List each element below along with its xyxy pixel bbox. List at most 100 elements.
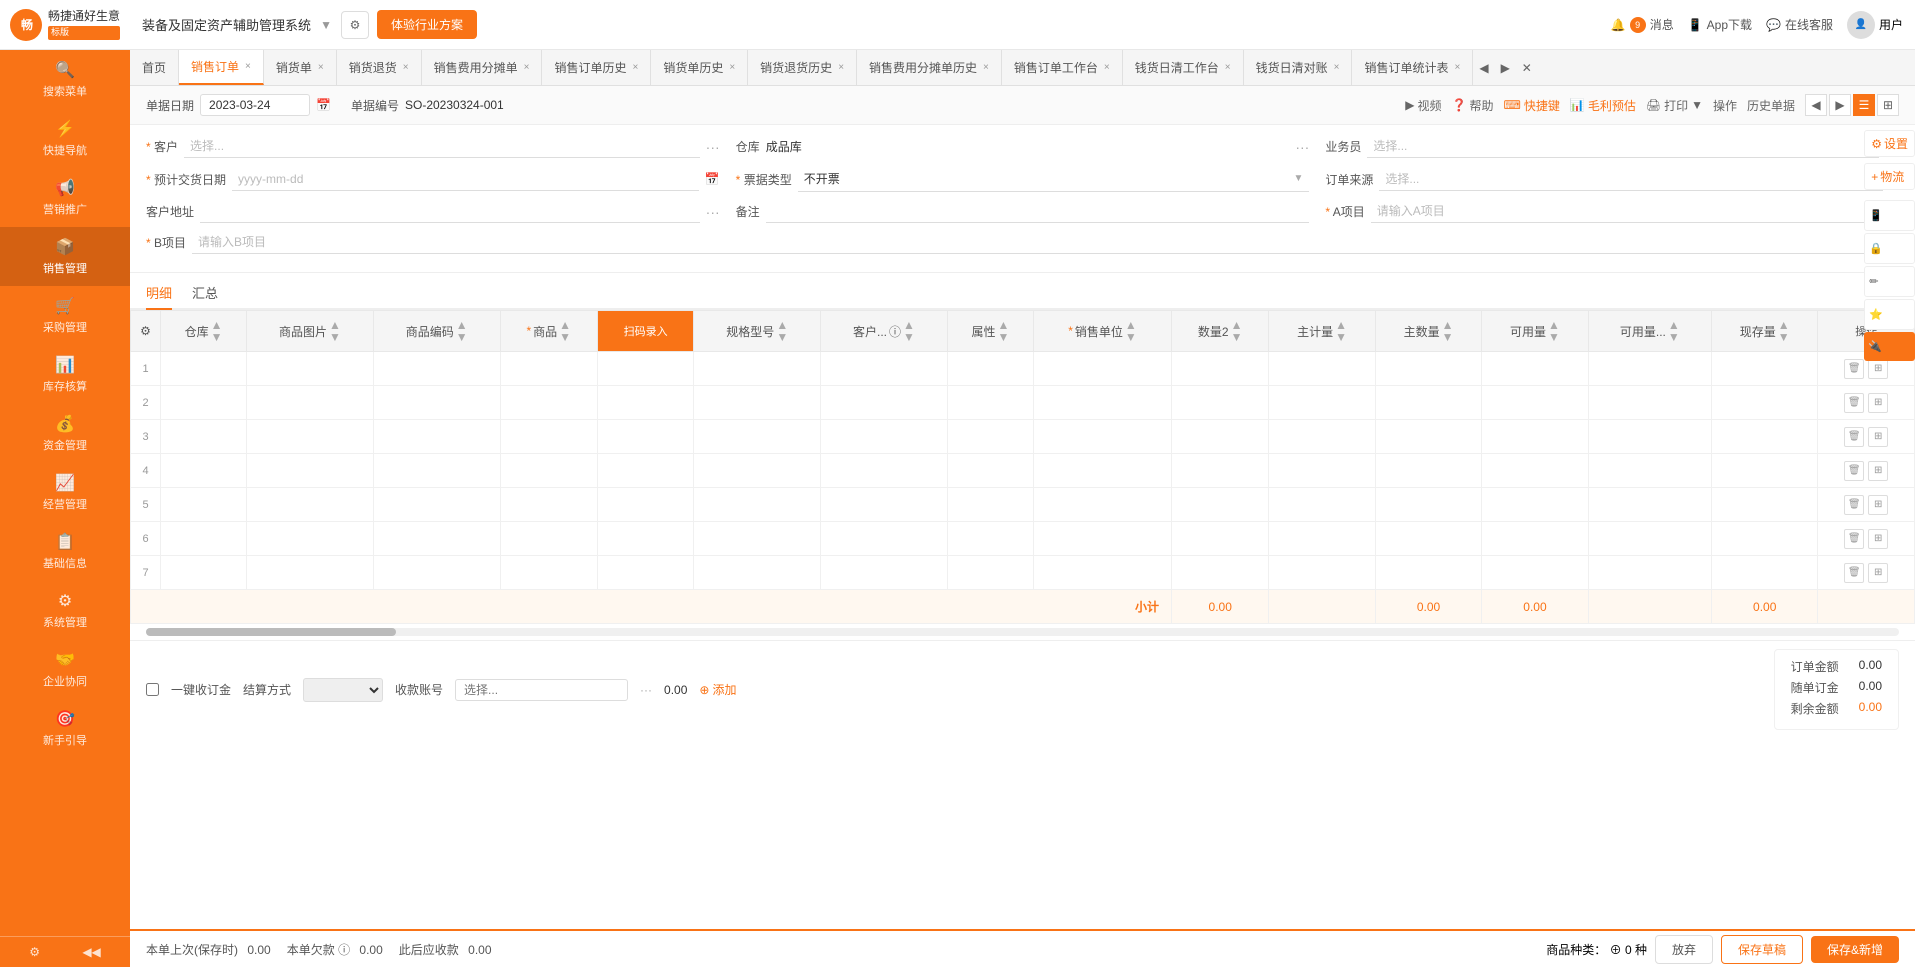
row6-attributes[interactable] — [947, 522, 1033, 556]
solution-btn[interactable]: 体验行业方案 — [377, 10, 477, 39]
sidebar-item-system[interactable]: ⚙ 系统管理 — [0, 581, 130, 640]
row7-spec[interactable] — [694, 556, 821, 590]
row3-spec[interactable] — [694, 420, 821, 454]
tab-return-history[interactable]: 销货退货历史 × — [748, 50, 857, 85]
row5-qty2[interactable] — [1172, 488, 1269, 522]
sidebar-item-enterprise[interactable]: 🤝 企业协同 — [0, 640, 130, 699]
form-tab-summary[interactable]: 汇总 — [192, 277, 218, 310]
tab-sales-return[interactable]: 销货退货 × — [337, 50, 422, 85]
row6-spec[interactable] — [694, 522, 821, 556]
row3-product[interactable] — [500, 420, 597, 454]
note-input[interactable] — [766, 200, 1310, 223]
row6-unit[interactable] — [1033, 522, 1171, 556]
tab-cost-history[interactable]: 销售费用分摊单历史 × — [857, 50, 1002, 85]
row4-main-qty[interactable] — [1375, 454, 1481, 488]
row4-product[interactable] — [500, 454, 597, 488]
tab-close-cost-history[interactable]: × — [983, 62, 989, 73]
side-panel-btn3[interactable]: ✏ — [1864, 266, 1915, 297]
salesperson-input[interactable] — [1367, 135, 1879, 158]
sidebar-item-purchase[interactable]: 🛒 采购管理 — [0, 286, 130, 345]
address-dots-btn[interactable]: ··· — [706, 204, 720, 220]
topbar-settings-btn[interactable]: ⚙ — [341, 11, 369, 39]
row1-customer-code[interactable] — [821, 352, 948, 386]
save-new-btn[interactable]: 保存&新增 — [1811, 936, 1899, 963]
sidebar-collapse-btn[interactable]: ◀◀ — [82, 945, 100, 959]
row3-main-qty[interactable] — [1375, 420, 1481, 454]
add-payment-btn[interactable]: ⊕ 添加 — [699, 681, 736, 698]
sidebar-item-guide[interactable]: 🎯 新手引导 — [0, 699, 130, 758]
row3-qty2[interactable] — [1172, 420, 1269, 454]
row3-warehouse[interactable] — [161, 420, 247, 454]
row1-main-qty[interactable] — [1375, 352, 1481, 386]
row3-customer-code[interactable] — [821, 420, 948, 454]
side-panel-btn4[interactable]: ⭐ — [1864, 299, 1915, 330]
sidebar-item-sales[interactable]: 📦 销售管理 — [0, 227, 130, 286]
address-input[interactable] — [200, 200, 700, 223]
warehouse-dots-btn[interactable]: ··· — [1295, 139, 1309, 155]
tab-close-sales-order[interactable]: × — [245, 61, 251, 72]
tab-close-sales-return[interactable]: × — [403, 62, 409, 73]
table-settings-icon[interactable]: ⚙ — [140, 324, 151, 338]
row6-copy-btn[interactable]: ⊞ — [1868, 529, 1888, 549]
order-source-input[interactable] — [1379, 168, 1883, 191]
b-project-input[interactable] — [192, 231, 1899, 254]
row2-unit[interactable] — [1033, 386, 1171, 420]
side-panel-btn5[interactable]: 🔌 — [1864, 332, 1915, 361]
row2-product[interactable] — [500, 386, 597, 420]
row4-attributes[interactable] — [947, 454, 1033, 488]
sidebar-item-nav[interactable]: ⚡ 快捷导航 — [0, 109, 130, 168]
row5-unit[interactable] — [1033, 488, 1171, 522]
tab-daily-workbench[interactable]: 钱货日清工作台 × — [1123, 50, 1244, 85]
online-service-btn[interactable]: 💬 在线客服 — [1766, 16, 1833, 33]
row5-customer-code[interactable] — [821, 488, 948, 522]
grid-btn-3[interactable]: ☰ — [1853, 94, 1875, 116]
row7-product[interactable] — [500, 556, 597, 590]
grid-btn-1[interactable]: ◀ — [1805, 94, 1827, 116]
row4-delete-btn[interactable]: 🗑 — [1844, 461, 1864, 481]
delivery-date-input[interactable] — [232, 168, 699, 191]
row4-spec[interactable] — [694, 454, 821, 488]
tab-bill-history[interactable]: 销货单历史 × — [651, 50, 748, 85]
tab-home[interactable]: 首页 — [130, 50, 179, 85]
row4-code[interactable] — [373, 454, 500, 488]
row5-product[interactable] — [500, 488, 597, 522]
row7-customer-code[interactable] — [821, 556, 948, 590]
tab-close-order-stats[interactable]: × — [1454, 62, 1460, 73]
save-draft-btn[interactable]: 保存草稿 — [1721, 935, 1803, 964]
row5-code[interactable] — [373, 488, 500, 522]
tab-daily-reconcile[interactable]: 钱货日清对账 × — [1244, 50, 1353, 85]
system-dropdown-btn[interactable]: ▼ — [319, 18, 333, 32]
account-input[interactable] — [455, 679, 628, 701]
row1-unit[interactable] — [1033, 352, 1171, 386]
row7-unit[interactable] — [1033, 556, 1171, 590]
row5-main-qty[interactable] — [1375, 488, 1481, 522]
row1-qty2[interactable] — [1172, 352, 1269, 386]
history-btn[interactable]: 历史单据 — [1747, 97, 1795, 114]
row6-product[interactable] — [500, 522, 597, 556]
table-scrollbar-thumb[interactable] — [146, 628, 396, 636]
profit-btn[interactable]: 📊 毛利预估 — [1570, 97, 1636, 114]
row1-copy-btn[interactable]: ⊞ — [1868, 359, 1888, 379]
sidebar-item-finance[interactable]: 💰 资金管理 — [0, 404, 130, 463]
row5-spec[interactable] — [694, 488, 821, 522]
tab-cost-split[interactable]: 销售费用分摊单 × — [422, 50, 543, 85]
sidebar-item-basicinfo[interactable]: 📋 基础信息 — [0, 522, 130, 581]
row2-copy-btn[interactable]: ⊞ — [1868, 393, 1888, 413]
grid-btn-4[interactable]: ⊞ — [1877, 94, 1899, 116]
row1-warehouse[interactable] — [161, 352, 247, 386]
row2-main-qty[interactable] — [1375, 386, 1481, 420]
row5-attributes[interactable] — [947, 488, 1033, 522]
row3-delete-btn[interactable]: 🗑 — [1844, 427, 1864, 447]
row4-customer-code[interactable] — [821, 454, 948, 488]
row1-product[interactable] — [500, 352, 597, 386]
row1-delete-btn[interactable]: 🗑 — [1844, 359, 1864, 379]
row2-attributes[interactable] — [947, 386, 1033, 420]
tabs-nav-close-all[interactable]: ✕ — [1516, 61, 1538, 75]
tabs-nav-prev[interactable]: ◀ — [1473, 61, 1494, 75]
row5-delete-btn[interactable]: 🗑 — [1844, 495, 1864, 515]
notification-btn[interactable]: 🔔 9 消息 — [1611, 16, 1674, 33]
calendar-icon[interactable]: 📅 — [316, 98, 331, 112]
payment-method-select[interactable] — [303, 678, 383, 702]
row5-copy-btn[interactable]: ⊞ — [1868, 495, 1888, 515]
tab-close-bill-history[interactable]: × — [729, 62, 735, 73]
